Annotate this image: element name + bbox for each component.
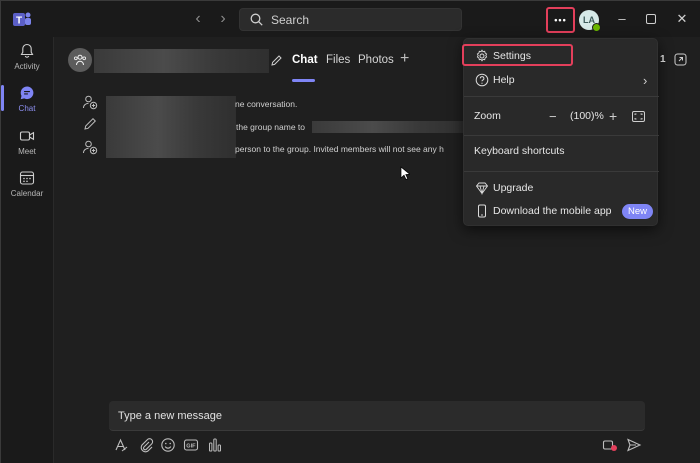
- rail-label-meet: Meet: [18, 147, 36, 156]
- menu-divider: [464, 171, 659, 172]
- rename-pencil-icon: [84, 117, 97, 130]
- search-input[interactable]: Search: [239, 8, 462, 31]
- activity-line-3: person to the group. Invited members wil…: [235, 144, 444, 154]
- mouse-cursor-icon: [400, 166, 410, 180]
- format-icon[interactable]: [113, 437, 129, 453]
- menu-divider: [464, 135, 659, 136]
- rail-label-calendar: Calendar: [10, 189, 44, 198]
- svg-text:GIF: GIF: [186, 443, 196, 449]
- svg-text:T: T: [16, 16, 22, 27]
- maximize-icon[interactable]: [642, 10, 660, 28]
- close-icon[interactable]: ✕: [673, 10, 691, 28]
- rail-item-meet[interactable]: Meet: [1, 128, 53, 168]
- redacted-chat-name: [94, 49, 269, 73]
- help-icon: [475, 73, 489, 87]
- user-avatar[interactable]: LA: [579, 10, 601, 32]
- message-compose-box[interactable]: Type a new message: [109, 401, 645, 431]
- forward-arrow-icon[interactable]: ›: [214, 10, 232, 28]
- new-badge: New: [622, 204, 654, 219]
- title-bar: T ‹ › Search ••• LA – ✕: [1, 1, 700, 37]
- settings-highlight-box: [462, 44, 573, 66]
- tab-files[interactable]: Files: [326, 54, 350, 66]
- teams-logo-icon[interactable]: T: [12, 10, 32, 30]
- add-tab-icon[interactable]: +: [400, 50, 409, 68]
- poll-icon[interactable]: [207, 437, 223, 453]
- redacted-activity-block: [106, 96, 236, 158]
- redacted-group-name: [312, 121, 464, 133]
- edit-pencil-icon[interactable]: [270, 54, 283, 67]
- add-member-icon: [83, 140, 98, 155]
- mobile-phone-icon: [478, 204, 486, 218]
- menu-label-upgrade: Upgrade: [493, 182, 534, 194]
- more-options-icon: •••: [554, 15, 567, 25]
- rail-label-activity: Activity: [14, 62, 40, 71]
- active-tab-indicator: [292, 79, 315, 82]
- minimize-icon[interactable]: –: [613, 10, 631, 28]
- video-icon: [19, 131, 35, 141]
- menu-item-upgrade[interactable]: Upgrade: [464, 177, 659, 199]
- gif-icon[interactable]: GIF: [183, 437, 199, 453]
- zoom-value: (100)%: [570, 110, 604, 122]
- emoji-icon[interactable]: [160, 437, 176, 453]
- zoom-in-button[interactable]: +: [609, 108, 617, 124]
- app-rail: Activity Chat Meet Calendar: [1, 37, 53, 463]
- add-person-icon: [83, 95, 98, 110]
- menu-divider: [464, 96, 659, 97]
- search-icon: [250, 13, 263, 26]
- bell-icon: [20, 43, 34, 58]
- back-arrow-icon[interactable]: ‹: [189, 10, 207, 28]
- menu-item-keyboard-shortcuts[interactable]: Keyboard shortcuts: [464, 140, 659, 162]
- send-icon[interactable]: [626, 437, 642, 453]
- group-avatar[interactable]: [68, 48, 92, 72]
- rail-item-activity[interactable]: Activity: [1, 43, 53, 83]
- menu-item-zoom: Zoom − (100)% +: [464, 105, 659, 127]
- tab-photos[interactable]: Photos: [358, 54, 394, 66]
- menu-label-help: Help: [493, 74, 515, 86]
- menu-label-keyboard-shortcuts: Keyboard shortcuts: [474, 145, 565, 157]
- schedule-meeting-icon[interactable]: [602, 437, 618, 453]
- calendar-icon: [19, 171, 35, 185]
- search-placeholder: Search: [271, 12, 310, 27]
- diamond-icon: [475, 182, 489, 195]
- attach-icon[interactable]: [138, 437, 154, 453]
- menu-item-download-mobile-app[interactable]: Download the mobile app New: [464, 200, 659, 222]
- chat-icon: [20, 86, 34, 100]
- zoom-out-button[interactable]: −: [549, 109, 557, 124]
- fullscreen-icon[interactable]: [632, 110, 645, 122]
- menu-item-help[interactable]: Help ›: [464, 69, 659, 91]
- compose-placeholder: Type a new message: [118, 409, 222, 422]
- rail-item-chat[interactable]: Chat: [1, 85, 53, 125]
- pop-out-chat-icon[interactable]: [674, 53, 687, 66]
- status-available-icon: [592, 23, 601, 32]
- menu-label-zoom: Zoom: [474, 110, 501, 122]
- activity-line-1: ne conversation.: [235, 99, 298, 109]
- tab-chat[interactable]: Chat: [292, 54, 318, 66]
- activity-line-2: the group name to: [236, 122, 305, 132]
- more-options-menu: Settings Help › Zoom − (100)% + Keyboard: [463, 38, 659, 226]
- participant-count: 1: [660, 54, 666, 65]
- teams-window: T ‹ › Search ••• LA – ✕ Activity Chat Me…: [0, 0, 700, 463]
- rail-label-chat: Chat: [18, 104, 36, 113]
- more-options-button[interactable]: •••: [546, 7, 575, 33]
- group-people-icon: [73, 54, 87, 66]
- menu-label-download-app: Download the mobile app: [493, 205, 612, 217]
- chevron-right-icon: ›: [643, 72, 648, 88]
- rail-item-calendar[interactable]: Calendar: [1, 170, 53, 210]
